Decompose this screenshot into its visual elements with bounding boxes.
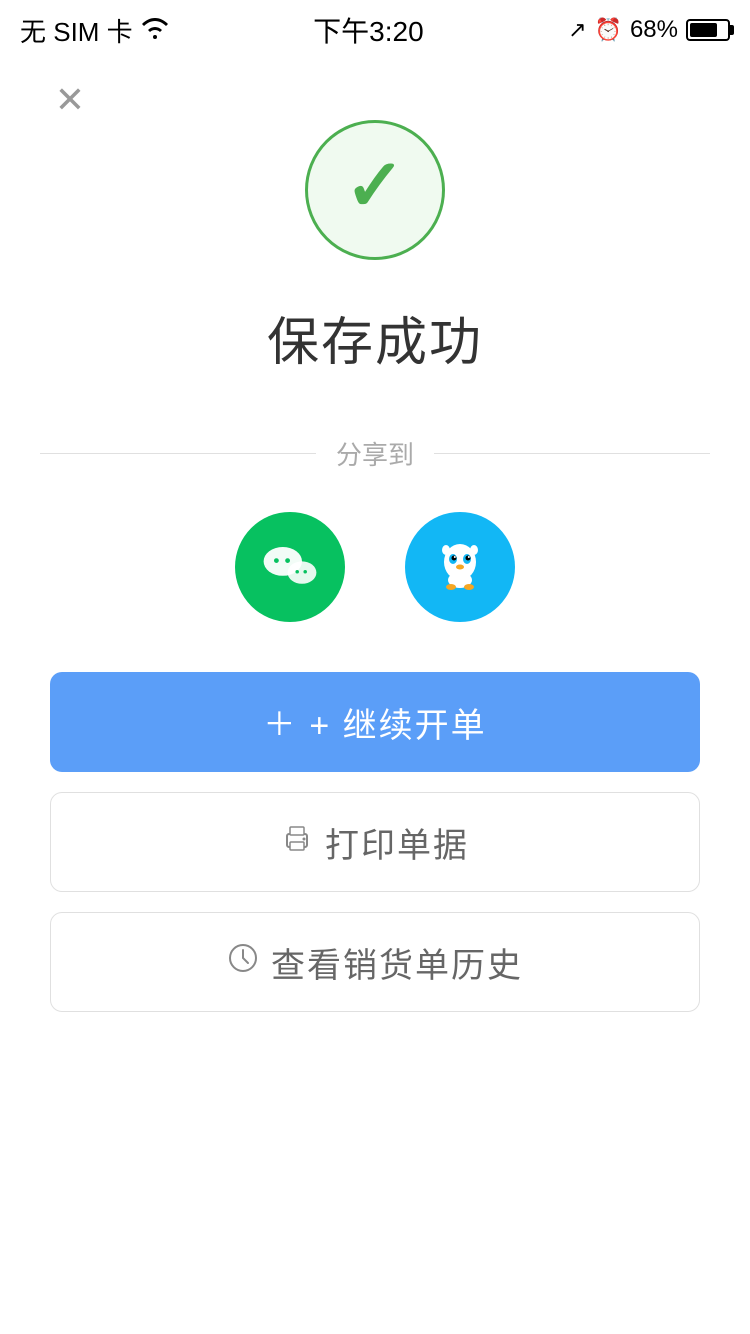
history-icon xyxy=(227,942,259,982)
main-content: ✓ 保存成功 分享到 xyxy=(0,60,750,1012)
battery-bar xyxy=(686,19,730,41)
print-label: 打印单据 xyxy=(325,818,469,867)
time-display: 下午3:20 xyxy=(313,10,424,50)
success-icon-circle: ✓ xyxy=(305,120,445,260)
status-right: ↗ ⏰ 68% xyxy=(568,16,730,44)
checkmark-icon: ✓ xyxy=(345,150,405,222)
wifi-icon xyxy=(141,15,169,46)
status-left: 无 SIM 卡 xyxy=(20,12,169,49)
close-button[interactable]: ✕ xyxy=(40,70,100,130)
divider-left xyxy=(40,453,316,454)
continue-order-button[interactable]: ＋ + 继续开单 xyxy=(50,672,700,772)
success-title: 保存成功 xyxy=(267,300,483,375)
battery-percentage: 68% xyxy=(630,16,678,44)
share-section: 分享到 xyxy=(0,435,750,622)
printer-icon xyxy=(281,822,313,862)
status-bar: 无 SIM 卡 下午3:20 ↗ ⏰ 68% xyxy=(0,0,750,60)
share-divider: 分享到 xyxy=(0,435,750,472)
action-buttons: ＋ + 继续开单 打印单据 查看销货单历史 xyxy=(50,672,700,1012)
history-label: 查看销货单历史 xyxy=(271,938,523,987)
view-history-button[interactable]: 查看销货单历史 xyxy=(50,912,700,1012)
share-icons-row xyxy=(235,512,515,622)
share-label: 分享到 xyxy=(316,435,434,472)
location-icon: ↗ xyxy=(568,17,586,43)
carrier-text: 无 SIM 卡 xyxy=(20,12,133,49)
plus-icon: ＋ xyxy=(263,699,297,745)
print-button[interactable]: 打印单据 xyxy=(50,792,700,892)
wechat-share-button[interactable] xyxy=(235,512,345,622)
continue-order-label: + 继续开单 xyxy=(309,698,486,747)
qq-share-button[interactable] xyxy=(405,512,515,622)
wechat-icon xyxy=(262,539,318,595)
alarm-icon: ⏰ xyxy=(595,17,622,43)
qq-icon xyxy=(429,536,491,598)
divider-right xyxy=(434,453,710,454)
close-icon: ✕ xyxy=(55,82,85,118)
